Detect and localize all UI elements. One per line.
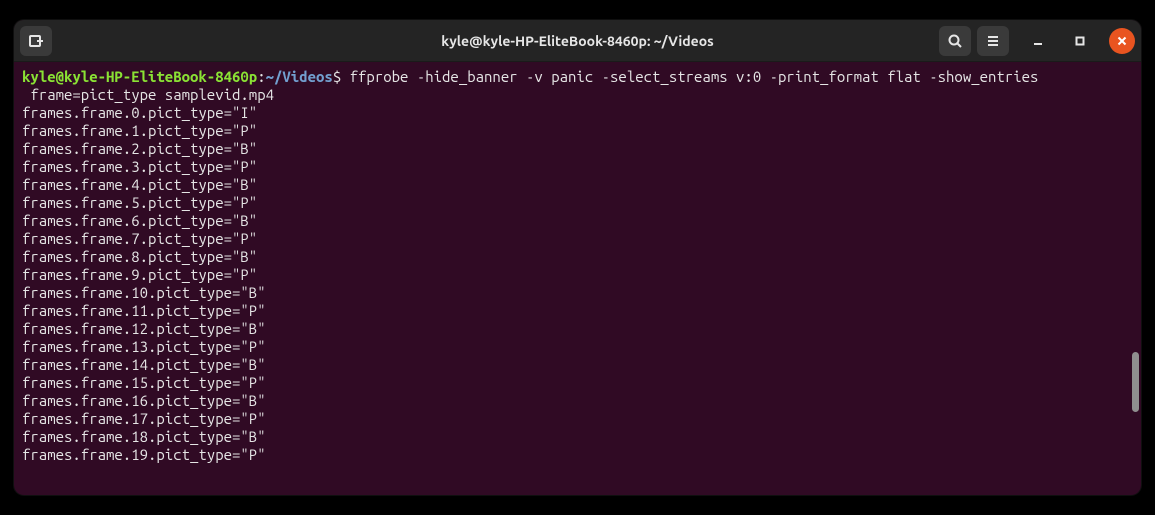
prompt-line: kyle@kyle-HP-EliteBook-8460p:~/Videos$ f… <box>22 68 1133 86</box>
scrollbar-thumb[interactable] <box>1132 352 1139 412</box>
prompt-path: ~/Videos <box>266 68 333 85</box>
output-line: frames.frame.13.pict_type="P" <box>22 338 1133 356</box>
output-line: frames.frame.8.pict_type="B" <box>22 248 1133 266</box>
output-line: frames.frame.9.pict_type="P" <box>22 266 1133 284</box>
output-line: frames.frame.7.pict_type="P" <box>22 230 1133 248</box>
command-text: frame=pict_type samplevid.mp4 <box>22 86 274 103</box>
terminal-content-wrap: kyle@kyle-HP-EliteBook-8460p:~/Videos$ f… <box>14 62 1141 495</box>
titlebar: kyle@kyle-HP-EliteBook-8460p: ~/Videos <box>14 20 1141 62</box>
output-line: frames.frame.11.pict_type="P" <box>22 302 1133 320</box>
output-line: frames.frame.19.pict_type="P" <box>22 446 1133 464</box>
terminal-content[interactable]: kyle@kyle-HP-EliteBook-8460p:~/Videos$ f… <box>14 62 1141 495</box>
command-text: ffprobe -hide_banner -v panic -select_st… <box>350 68 1039 85</box>
output-line: frames.frame.6.pict_type="B" <box>22 212 1133 230</box>
output-line: frames.frame.4.pict_type="B" <box>22 176 1133 194</box>
output-line: frames.frame.5.pict_type="P" <box>22 194 1133 212</box>
close-button[interactable] <box>1109 28 1135 54</box>
hamburger-menu-button[interactable] <box>977 26 1009 56</box>
output-line: frames.frame.14.pict_type="B" <box>22 356 1133 374</box>
output-line: frames.frame.12.pict_type="B" <box>22 320 1133 338</box>
prompt-user-host: kyle@kyle-HP-EliteBook-8460p <box>22 68 257 85</box>
output-line: frames.frame.18.pict_type="B" <box>22 428 1133 446</box>
window-title: kyle@kyle-HP-EliteBook-8460p: ~/Videos <box>441 33 713 49</box>
output-line: frames.frame.0.pict_type="I" <box>22 104 1133 122</box>
prompt-separator: : <box>257 68 265 85</box>
output-line: frames.frame.1.pict_type="P" <box>22 122 1133 140</box>
command-continuation: frame=pict_type samplevid.mp4 <box>22 86 1133 104</box>
minimize-button[interactable] <box>1025 28 1051 54</box>
output-line: frames.frame.10.pict_type="B" <box>22 284 1133 302</box>
output-line: frames.frame.2.pict_type="B" <box>22 140 1133 158</box>
output-line: frames.frame.3.pict_type="P" <box>22 158 1133 176</box>
new-tab-button[interactable] <box>20 26 52 56</box>
output-line: frames.frame.16.pict_type="B" <box>22 392 1133 410</box>
maximize-button[interactable] <box>1067 28 1093 54</box>
output-line: frames.frame.15.pict_type="P" <box>22 374 1133 392</box>
search-button[interactable] <box>939 26 971 56</box>
terminal-window: kyle@kyle-HP-EliteBook-8460p: ~/Videos k… <box>14 20 1141 495</box>
output-line: frames.frame.17.pict_type="P" <box>22 410 1133 428</box>
prompt-symbol: $ <box>333 68 350 85</box>
